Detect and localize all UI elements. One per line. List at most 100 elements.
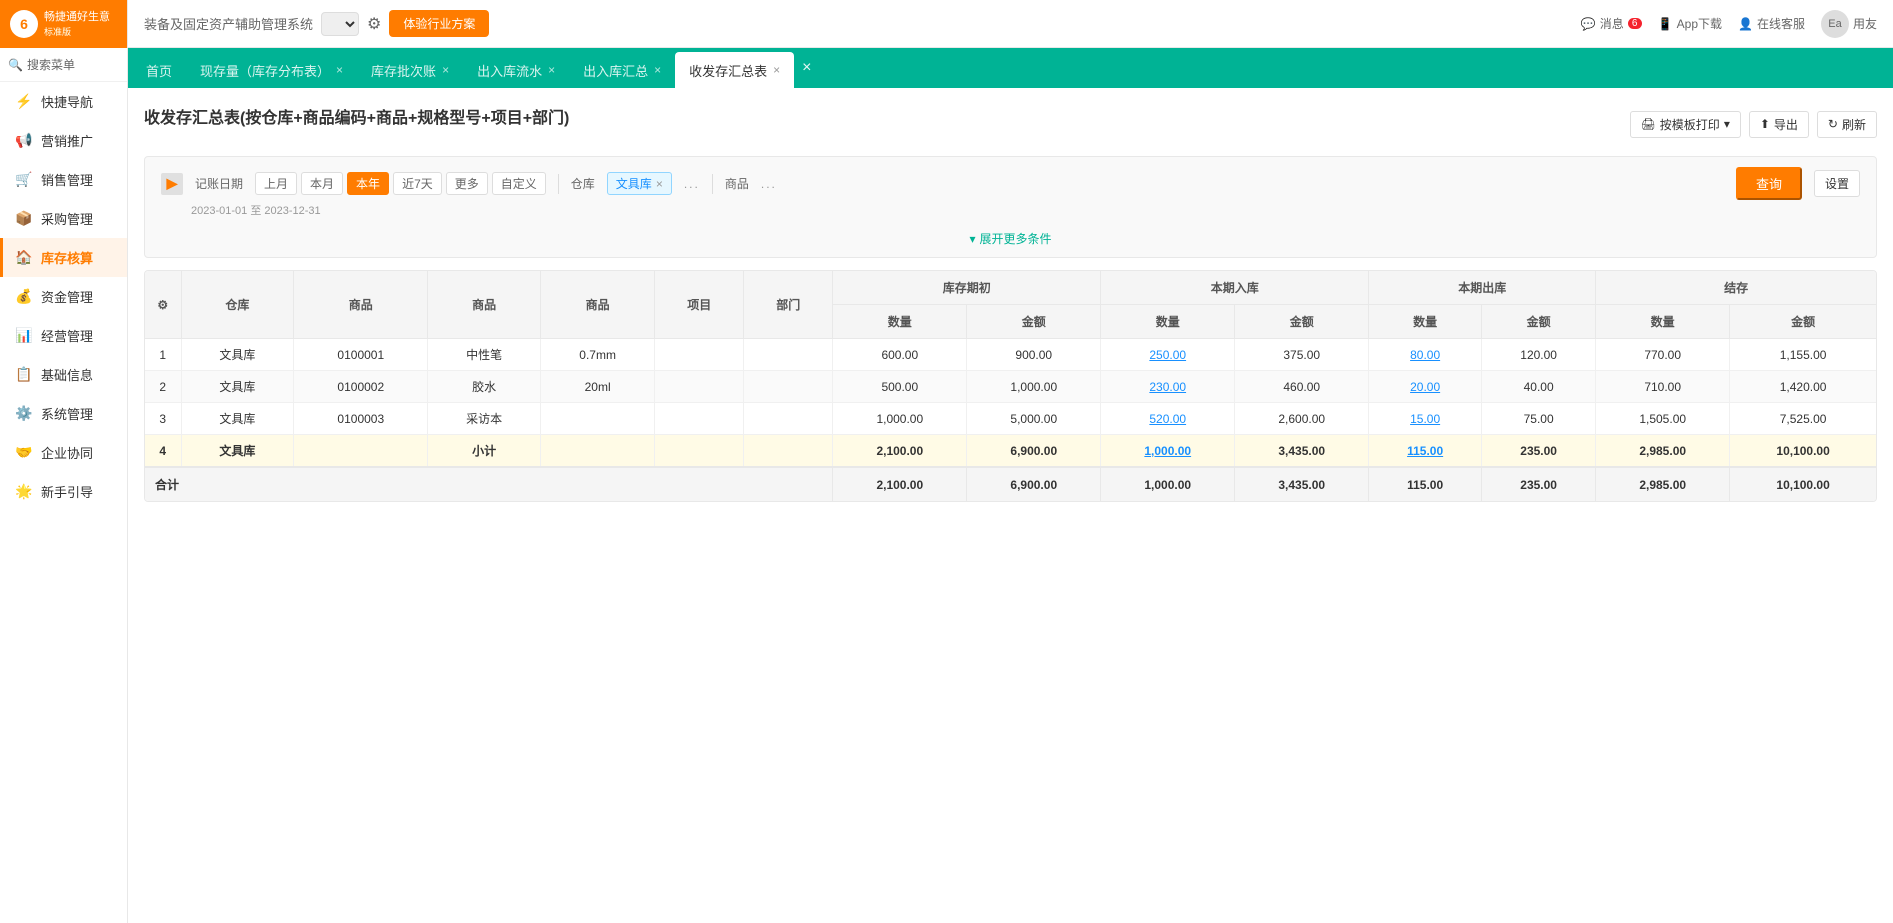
cell-in-qty[interactable]: 520.00 [1101,403,1235,435]
tab-close-in-out-flow[interactable]: × [548,63,555,77]
cell-project [655,403,744,435]
sidebar-item-system[interactable]: ⚙️系统管理 [0,394,127,433]
page-close-icon[interactable]: × [802,59,811,76]
refresh-btn[interactable]: ↻ 刷新 [1817,111,1877,138]
cell-in-qty[interactable]: 250.00 [1101,339,1235,371]
col-spec: 商品 [541,271,655,339]
cell-dept [744,339,833,371]
nav-icon-finance: 💰 [15,288,33,305]
cell-spec [541,403,655,435]
expand-conditions-btn[interactable]: ▾ 展开更多条件 [969,230,1051,247]
footer-out-amt: 235.00 [1482,467,1596,501]
sidebar-item-enterprise[interactable]: 🤝企业协同 [0,433,127,472]
cell-in-qty[interactable]: 1,000.00 [1101,435,1235,468]
cell-out-qty[interactable]: 80.00 [1369,339,1482,371]
page-title: 收发存汇总表(按仓库+商品编码+商品+规格型号+项目+部门) [144,104,569,128]
sidebar-item-marketing[interactable]: 📢营销推广 [0,121,127,160]
sidebar-nav: ⚡快捷导航📢营销推广 🛒 销售管理 📦采购管理🏠库存核算💰资金管理📊经营管理📋基础信息… [0,82,127,511]
sidebar-item-sales[interactable]: 🛒 销售管理 [0,160,127,199]
collapse-btn[interactable]: ▶ [161,173,183,195]
print-btn[interactable]: 🖨 按模板打印 ▾ [1630,111,1741,138]
cell-project [655,435,744,468]
tab-in-out-summary[interactable]: 出入库汇总× [569,52,675,88]
sidebar-item-newbie[interactable]: 🌟新手引导 [0,472,127,511]
col-project: 项目 [655,271,744,339]
tab-close-in-out-summary[interactable]: × [654,63,661,77]
sidebar-item-purchase[interactable]: 📦采购管理 [0,199,127,238]
date-btn-更多[interactable]: 更多 [446,172,488,195]
query-btn[interactable]: 查询 [1736,167,1802,200]
sidebar-item-quick-nav[interactable]: ⚡快捷导航 [0,82,127,121]
cell-bal-amt: 1,155.00 [1730,339,1876,371]
cell-open-amt: 6,900.00 [967,435,1101,468]
col-group-out: 本期出库 [1369,271,1596,305]
tab-label-inventory-dist: 现存量（库存分布表） [200,61,330,80]
service-icon: 👤 [1738,17,1753,31]
table-footer-row: 合计 2,100.00 6,900.00 1,000.00 3,435.00 1… [145,467,1876,501]
cell-code: 0100003 [294,403,428,435]
date-btn-近7天[interactable]: 近7天 [393,172,442,195]
date-label: 记账日期 [195,175,243,192]
online-service-item[interactable]: 👤 在线客服 [1738,15,1805,32]
table-row: 3文具库0100003采访本1,000.005,000.00520.002,60… [145,403,1876,435]
tab-home[interactable]: 首页 [132,52,186,88]
cell-out-qty[interactable]: 15.00 [1369,403,1482,435]
nav-icon-purchase: 📦 [15,210,33,227]
tab-close-inventory-dist[interactable]: × [336,63,343,77]
footer-bal-amt: 10,100.00 [1730,467,1876,501]
page-content: 收发存汇总表(按仓库+商品编码+商品+规格型号+项目+部门) 🖨 按模板打印 ▾… [128,88,1893,923]
warehouse-tag-close-icon[interactable]: × [656,177,663,191]
footer-in-amt: 3,435.00 [1235,467,1369,501]
tab-close-batch-ledger[interactable]: × [442,63,449,77]
date-btn-本月[interactable]: 本月 [301,172,343,195]
table-settings-col[interactable]: ⚙ [145,271,181,339]
tab-in-out-flow[interactable]: 出入库流水 × [463,52,569,88]
sidebar-item-finance[interactable]: 💰资金管理 [0,277,127,316]
user-item[interactable]: Ea 用友 [1821,10,1877,38]
cell-in-qty[interactable]: 230.00 [1101,371,1235,403]
tab-close-recv-send-summary[interactable]: × [773,63,780,77]
cell-seq: 1 [145,339,181,371]
system-select[interactable] [321,12,359,36]
tab-recv-send-summary[interactable]: 收发存汇总表 × [675,52,794,88]
date-btn-自定义[interactable]: 自定义 [492,172,546,195]
settings-btn[interactable]: 设置 [1814,170,1860,197]
nav-label-sales: 销售管理 [41,170,93,189]
cell-project [655,371,744,403]
tab-batch-ledger[interactable]: 库存批次账× [357,52,463,88]
cell-out-qty[interactable]: 115.00 [1369,435,1482,468]
goods-dots[interactable]: ... [761,177,777,191]
cell-name: 中性笔 [428,339,541,371]
tab-inventory-dist[interactable]: 现存量（库存分布表） × [186,52,357,88]
date-btn-上月[interactable]: 上月 [255,172,297,195]
sidebar-item-inventory[interactable]: 🏠库存核算 [0,238,127,277]
sidebar-item-basic[interactable]: 📋基础信息 [0,355,127,394]
cell-out-qty[interactable]: 20.00 [1369,371,1482,403]
sidebar: 6 畅捷通好生意 标准版 🔍 搜索菜单 ⚡快捷导航📢营销推广🛒销售管理📦采购管理… [0,0,128,923]
warehouse-dots[interactable]: ... [684,177,700,191]
gear-icon[interactable]: ⚙ [367,14,381,34]
warehouse-tag[interactable]: 文具库 × [607,172,672,195]
tab-label-in-out-flow: 出入库流水 [477,61,542,80]
nav-label-basic: 基础信息 [41,365,93,384]
col-dept: 部门 [744,271,833,339]
cell-code: 0100001 [294,339,428,371]
sidebar-item-operation[interactable]: 📊经营管理 [0,316,127,355]
app-download-item[interactable]: 📱 App下载 [1658,15,1722,32]
warehouse-label: 仓库 [571,175,595,192]
search-menu[interactable]: 🔍 搜索菜单 [0,48,127,82]
chevron-down-icon: ▾ [1724,117,1730,131]
warehouse-tag-text: 文具库 [616,175,652,192]
footer-out-qty: 115.00 [1369,467,1482,501]
experience-btn[interactable]: 体验行业方案 [389,10,489,37]
footer-label: 合计 [145,467,833,501]
tab-label-home: 首页 [146,61,172,80]
nav-icon-sales: 🛒 [15,171,33,188]
export-btn[interactable]: ⬆ 导出 [1749,111,1809,138]
footer-open-amt: 6,900.00 [967,467,1101,501]
notification-item[interactable]: 💬 消息 6 [1581,15,1642,32]
tab-label-recv-send-summary: 收发存汇总表 [689,61,767,80]
export-icon: ⬆ [1760,117,1770,131]
date-btn-本年[interactable]: 本年 [347,172,389,195]
cell-open-amt: 1,000.00 [967,371,1101,403]
